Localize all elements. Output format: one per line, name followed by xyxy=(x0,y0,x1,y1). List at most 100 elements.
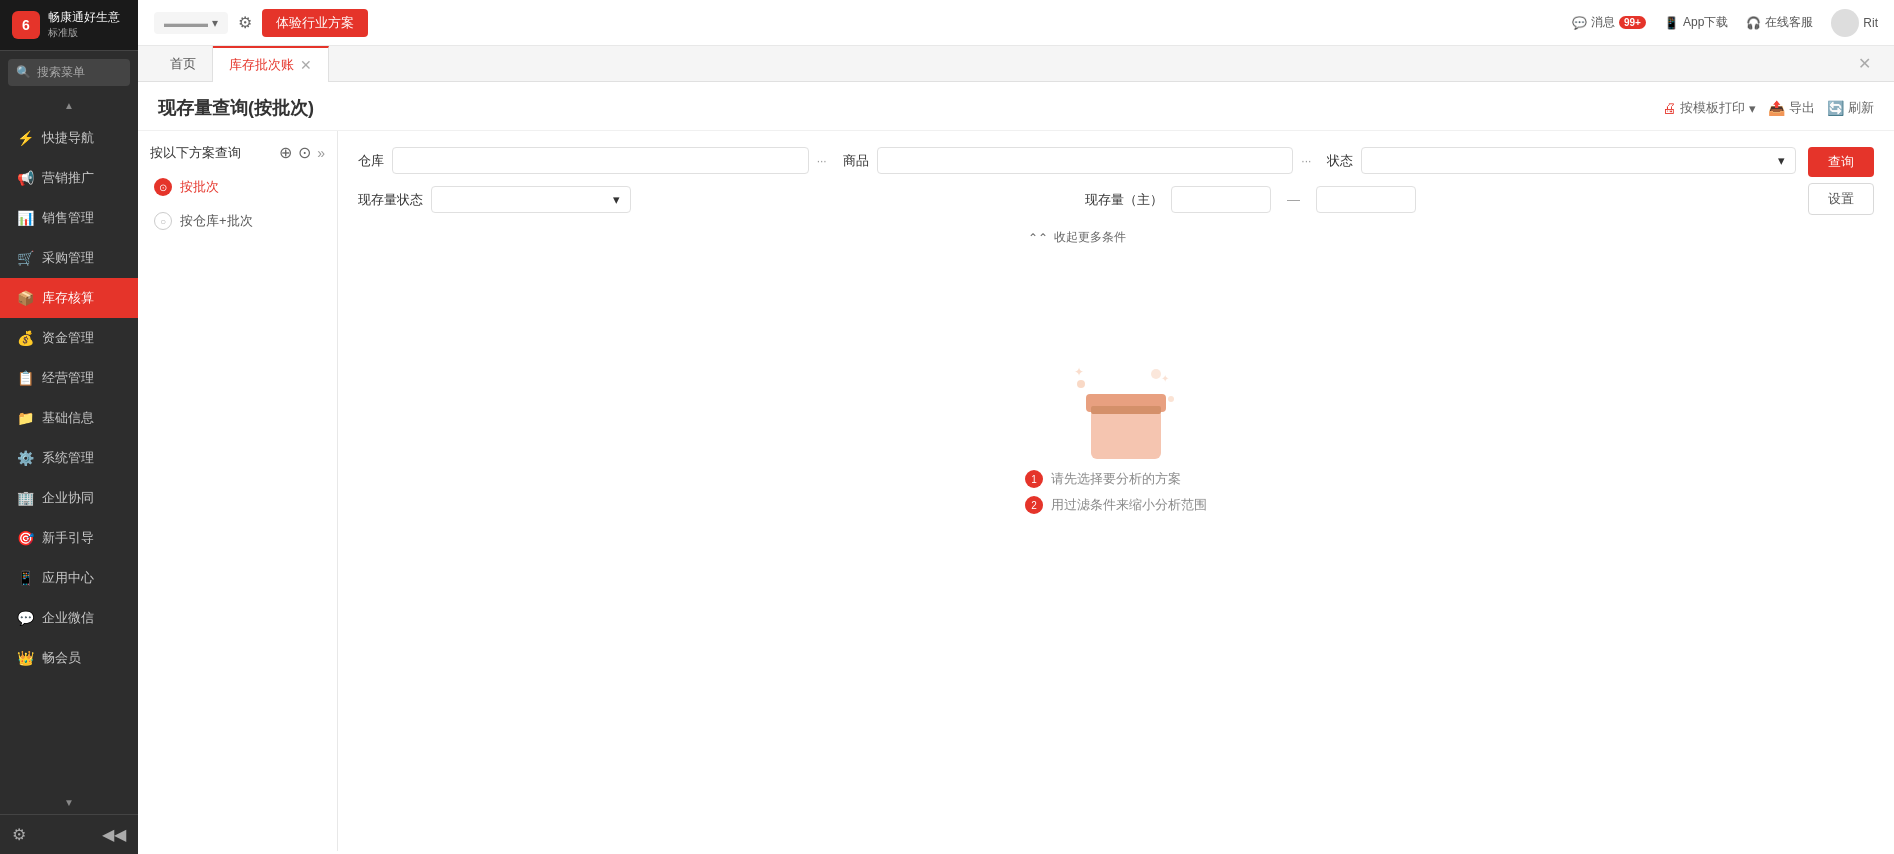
scheme-item-by-batch[interactable]: ⊙ 按批次 xyxy=(138,170,337,204)
warehouse-filter-group: 仓库 ··· xyxy=(358,147,827,174)
scroll-up-button[interactable]: ▲ xyxy=(0,94,138,118)
tab-home[interactable]: 首页 xyxy=(154,46,213,82)
sidebar-item-label: 资金管理 xyxy=(42,329,94,347)
left-panel-actions: ⊕ ⊙ » xyxy=(279,143,325,162)
user-menu[interactable]: Rit xyxy=(1831,9,1878,37)
export-label: 导出 xyxy=(1789,99,1815,117)
scheme-label-by-batch: 按批次 xyxy=(180,178,219,196)
left-panel-header: 按以下方案查询 ⊕ ⊙ » xyxy=(138,143,337,170)
app-edition: 标准版 xyxy=(48,26,120,40)
trial-button[interactable]: 体验行业方案 xyxy=(262,9,368,37)
status-label: 状态 xyxy=(1327,152,1353,170)
warehouse-more-icon[interactable]: ··· xyxy=(817,154,827,168)
sidebar-item-label: 系统管理 xyxy=(42,449,94,467)
online-support-button[interactable]: 🎧 在线客服 xyxy=(1746,14,1813,31)
product-input[interactable] xyxy=(877,147,1294,174)
query-button[interactable]: 查询 xyxy=(1808,147,1874,177)
product-more-icon[interactable]: ··· xyxy=(1301,154,1311,168)
nav-icon-sales: 📊 xyxy=(16,209,34,227)
range-dash: — xyxy=(1279,192,1308,207)
warehouse-input[interactable] xyxy=(392,147,809,174)
content-area: 按以下方案查询 ⊕ ⊙ » ⊙ 按批次 ○ 按仓库+批次 xyxy=(138,131,1894,851)
nav-icon-system: ⚙️ xyxy=(16,449,34,467)
scheme-settings-icon[interactable]: ⊙ xyxy=(298,143,311,162)
sidebar-item-newbie[interactable]: 🎯 新手引导 xyxy=(0,518,138,558)
tip-text-1: 请先选择要分析的方案 xyxy=(1051,470,1181,488)
tab-close-icon[interactable]: ✕ xyxy=(300,57,312,73)
sidebar-item-wechat[interactable]: 💬 企业微信 xyxy=(0,598,138,638)
sidebar-item-basics[interactable]: 📁 基础信息 xyxy=(0,398,138,438)
sidebar-item-shortcut[interactable]: ⚡ 快捷导航 xyxy=(0,118,138,158)
tip-text-2: 用过滤条件来缩小分析范围 xyxy=(1051,496,1207,514)
nav-icon-enterprise: 🏢 xyxy=(16,489,34,507)
sidebar-item-label: 销售管理 xyxy=(42,209,94,227)
svg-rect-0 xyxy=(1091,409,1161,459)
inventory-qty-start-input[interactable] xyxy=(1171,186,1271,213)
tabbar: 首页 库存批次账 ✕ ✕ xyxy=(138,46,1894,82)
sidebar-item-system[interactable]: ⚙️ 系统管理 xyxy=(0,438,138,478)
sidebar-item-enterprise[interactable]: 🏢 企业协同 xyxy=(0,478,138,518)
search-icon: 🔍 xyxy=(16,65,31,79)
company-name: ▬▬▬▬ xyxy=(164,17,208,29)
sidebar-item-purchase[interactable]: 🛒 采购管理 xyxy=(0,238,138,278)
sidebar-item-operations[interactable]: 📋 经营管理 xyxy=(0,358,138,398)
sidebar-search[interactable]: 🔍 搜索菜单 xyxy=(8,59,130,86)
sidebar-footer: ⚙ ◀◀ xyxy=(0,814,138,854)
left-panel: 按以下方案查询 ⊕ ⊙ » ⊙ 按批次 ○ 按仓库+批次 xyxy=(138,131,338,851)
empty-tips: 1 请先选择要分析的方案 2 用过滤条件来缩小分析范围 xyxy=(1025,470,1207,514)
export-button[interactable]: 📤 导出 xyxy=(1768,99,1815,117)
sidebar-header: 6 畅康通好生意 标准版 xyxy=(0,0,138,51)
scroll-down-button[interactable]: ▼ xyxy=(0,790,138,814)
nav-icon-finance: 💰 xyxy=(16,329,34,347)
topbar-settings-icon[interactable]: ⚙ xyxy=(238,13,252,32)
inventory-status-filter-group: 现存量状态 ▾ xyxy=(358,186,1069,213)
scheme-label-by-warehouse-batch: 按仓库+批次 xyxy=(180,212,253,230)
topbar-left: ▬▬▬▬ ▾ ⚙ 体验行业方案 xyxy=(154,9,368,37)
sidebar-item-label: 营销推广 xyxy=(42,169,94,187)
settings-button[interactable]: 设置 xyxy=(1808,183,1874,215)
company-dropdown[interactable]: ▬▬▬▬ ▾ xyxy=(154,12,228,34)
scheme-inactive-icon: ○ xyxy=(154,212,172,230)
sidebar-item-inventory[interactable]: 📦 库存核算 xyxy=(0,278,138,318)
sidebar-item-label: 企业微信 xyxy=(42,609,94,627)
message-icon: 💬 xyxy=(1572,16,1587,30)
collapse-more-button[interactable]: ⌃⌃ 收起更多条件 xyxy=(358,221,1796,254)
collapse-panel-icon[interactable]: » xyxy=(317,145,325,161)
sidebar: 6 畅康通好生意 标准版 🔍 搜索菜单 ▲ ⚡ 快捷导航 📢 营销推广 📊 销售… xyxy=(0,0,138,854)
sidebar-item-sales[interactable]: 📊 销售管理 xyxy=(0,198,138,238)
phone-icon: 📱 xyxy=(1664,16,1679,30)
tip-num-1: 1 xyxy=(1025,470,1043,488)
print-button[interactable]: 🖨 按模板打印 ▾ xyxy=(1662,99,1756,117)
page-header-actions: 🖨 按模板打印 ▾ 📤 导出 🔄 刷新 xyxy=(1662,99,1874,117)
print-icon: 🖨 xyxy=(1662,100,1676,116)
svg-text:✦: ✦ xyxy=(1161,373,1169,384)
add-scheme-icon[interactable]: ⊕ xyxy=(279,143,292,162)
scheme-active-icon: ⊙ xyxy=(154,178,172,196)
inventory-status-chevron-icon: ▾ xyxy=(613,192,620,207)
message-button[interactable]: 💬 消息 99+ xyxy=(1572,14,1646,31)
settings-icon[interactable]: ⚙ xyxy=(12,825,26,844)
inventory-status-select[interactable]: ▾ xyxy=(431,186,631,213)
tab-inventory-batch[interactable]: 库存批次账 ✕ xyxy=(213,46,329,82)
tip-num-2: 2 xyxy=(1025,496,1043,514)
svg-point-4 xyxy=(1168,396,1174,402)
product-filter-group: 商品 ··· xyxy=(843,147,1312,174)
sidebar-item-apps[interactable]: 📱 应用中心 xyxy=(0,558,138,598)
sidebar-item-marketing[interactable]: 📢 营销推广 xyxy=(0,158,138,198)
sidebar-item-member[interactable]: 👑 畅会员 xyxy=(0,638,138,678)
sidebar-item-label: 库存核算 xyxy=(42,289,94,307)
scheme-item-by-warehouse-batch[interactable]: ○ 按仓库+批次 xyxy=(138,204,337,238)
svg-point-5 xyxy=(1151,369,1161,379)
tab-expand-button[interactable]: ✕ xyxy=(1850,50,1878,78)
message-label: 消息 xyxy=(1591,14,1615,31)
print-label: 按模板打印 xyxy=(1680,99,1745,117)
status-select[interactable]: ▾ xyxy=(1361,147,1796,174)
app-download-button[interactable]: 📱 App下载 xyxy=(1664,14,1728,31)
refresh-button[interactable]: 🔄 刷新 xyxy=(1827,99,1874,117)
sidebar-item-finance[interactable]: 💰 资金管理 xyxy=(0,318,138,358)
inventory-qty-end-input[interactable] xyxy=(1316,186,1416,213)
action-buttons: 查询 设置 xyxy=(1808,147,1874,215)
collapse-sidebar-icon[interactable]: ◀◀ xyxy=(102,825,126,844)
tab-home-label: 首页 xyxy=(170,55,196,73)
svg-text:✦: ✦ xyxy=(1074,365,1084,379)
